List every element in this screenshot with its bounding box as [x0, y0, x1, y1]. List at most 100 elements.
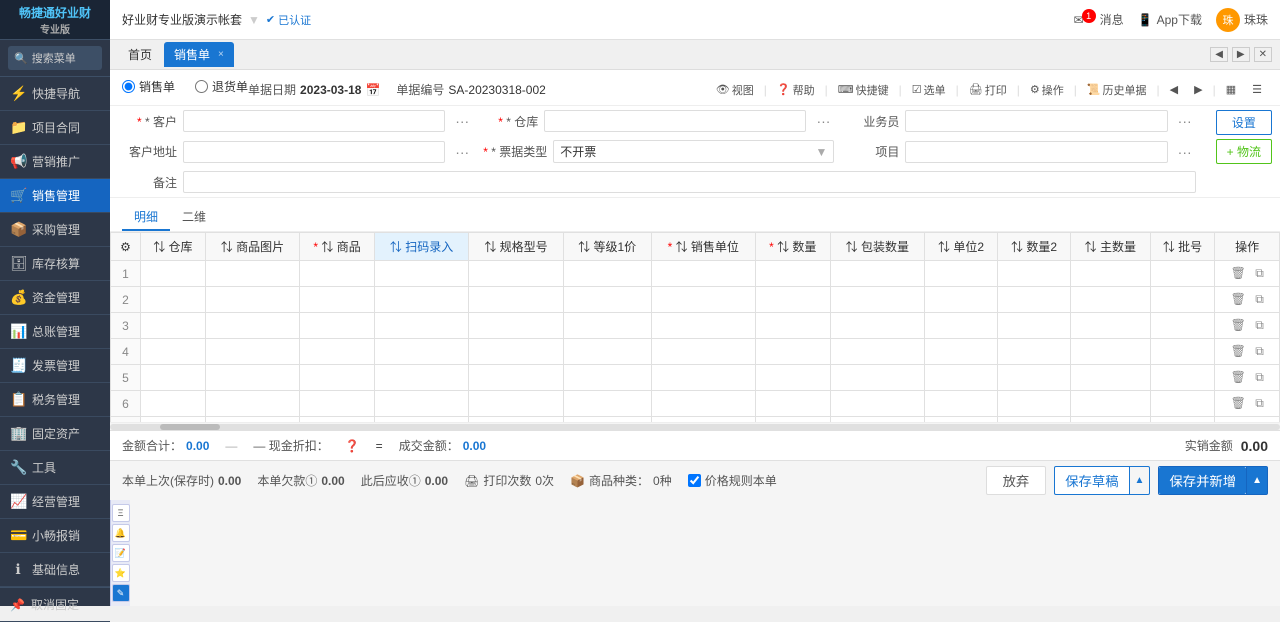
tab-detail[interactable]: 明细 [122, 204, 170, 231]
sidebar-item-purchase[interactable]: 📦 采购管理 [0, 213, 110, 247]
shortcut-btn[interactable]: ⌨ 快捷键 [832, 80, 895, 100]
cell-qty2[interactable] [998, 365, 1071, 391]
save-draft-dropdown[interactable]: ▲ [1129, 467, 1150, 494]
sidebar-item-project[interactable]: 📁 项目合同 [0, 111, 110, 145]
cell-product[interactable] [300, 261, 375, 287]
radio-sales-order[interactable]: 销售单 [122, 78, 175, 95]
cell-batch[interactable] [1150, 365, 1215, 391]
radio-return-order[interactable]: 退货单 [195, 78, 248, 95]
print-btn[interactable]: 🖨 打印 [963, 80, 1013, 100]
cell-product[interactable] [300, 313, 375, 339]
remark-input[interactable] [183, 171, 1196, 193]
warehouse-dots-btn[interactable]: ··· [812, 113, 834, 129]
row-delete-btn[interactable]: 🗑 [1228, 343, 1249, 359]
cell-spec[interactable] [469, 261, 563, 287]
sidebar-item-invoice[interactable]: 🧾 发票管理 [0, 349, 110, 383]
cell-batch[interactable] [1150, 391, 1215, 417]
cell-quantity[interactable] [755, 339, 830, 365]
right-panel-icon-2[interactable]: 🔔 [112, 524, 130, 542]
cell-product[interactable] [300, 287, 375, 313]
sidebar-item-assets[interactable]: 🏢 固定资产 [0, 417, 110, 451]
cell-spec[interactable] [469, 287, 563, 313]
cell-warehouse[interactable] [141, 287, 206, 313]
cell-pack-qty[interactable] [830, 365, 924, 391]
cell-sales-unit[interactable] [651, 391, 755, 417]
sidebar-item-tax[interactable]: 📋 税务管理 [0, 383, 110, 417]
cell-price1[interactable] [563, 365, 651, 391]
salesman-input[interactable]: 选择... [905, 110, 1167, 132]
cell-unit2[interactable] [925, 313, 998, 339]
cell-qty2[interactable] [998, 287, 1071, 313]
sidebar-item-marketing[interactable]: 📢 营销推广 [0, 145, 110, 179]
cell-unit2[interactable] [925, 391, 998, 417]
table-row[interactable]: 1 🗑 ⧉ [111, 261, 1280, 287]
cell-price1[interactable] [563, 339, 651, 365]
customer-dots-btn[interactable]: ··· [451, 113, 473, 129]
cell-quantity[interactable] [755, 313, 830, 339]
right-panel-icon-3[interactable]: 📝 [112, 544, 130, 562]
question-help[interactable]: ❓ [345, 439, 360, 453]
abandon-button[interactable]: 放弃 [986, 466, 1047, 495]
cell-price1[interactable] [563, 287, 651, 313]
prev-doc-btn[interactable]: ◀ [1164, 81, 1184, 98]
table-row[interactable]: 3 🗑 ⧉ [111, 313, 1280, 339]
cell-batch[interactable] [1150, 261, 1215, 287]
cell-unit2[interactable] [925, 339, 998, 365]
tab-next-button[interactable]: ▶ [1232, 47, 1250, 62]
tab-close-all-button[interactable]: ✕ [1254, 47, 1272, 62]
cell-barcode[interactable] [374, 365, 468, 391]
cell-barcode[interactable] [374, 261, 468, 287]
cell-sales-unit[interactable] [651, 287, 755, 313]
operate-btn[interactable]: ⚙ 操作 [1024, 80, 1070, 100]
calendar-icon[interactable]: 📅 [365, 83, 380, 97]
table-container[interactable]: ⚙ ⇅ 仓库 ⇅ 商品图片 * ⇅ 商品 ⇅ 扫码录入 [110, 232, 1280, 422]
cell-price1[interactable] [563, 261, 651, 287]
tab-home[interactable]: 首页 [118, 42, 162, 67]
user-profile[interactable]: 珠 珠珠 [1216, 8, 1268, 32]
cell-batch[interactable] [1150, 287, 1215, 313]
cell-sales-unit[interactable] [651, 365, 755, 391]
cell-warehouse[interactable] [141, 339, 206, 365]
address-input[interactable] [183, 141, 445, 163]
sidebar-item-capital[interactable]: 💰 资金管理 [0, 281, 110, 315]
cell-barcode[interactable] [374, 391, 468, 417]
tab-prev-button[interactable]: ◀ [1210, 47, 1228, 62]
sidebar-item-quick-nav[interactable]: ⚡ 快捷导航 [0, 77, 110, 111]
cell-product[interactable] [300, 339, 375, 365]
sidebar-item-basic[interactable]: ℹ 基础信息 [0, 553, 110, 587]
cell-spec[interactable] [469, 391, 563, 417]
row-copy-btn[interactable]: ⧉ [1252, 265, 1267, 282]
cell-product-img[interactable] [205, 339, 299, 365]
radio-return-input[interactable] [195, 80, 208, 93]
cell-product-img[interactable] [205, 261, 299, 287]
table-row[interactable]: 5 🗑 ⧉ [111, 365, 1280, 391]
customer-input[interactable] [183, 110, 445, 132]
cell-unit2[interactable] [925, 365, 998, 391]
cell-main-qty[interactable] [1071, 391, 1151, 417]
set-button[interactable]: 设置 [1216, 110, 1272, 135]
cell-spec[interactable] [469, 365, 563, 391]
table-row[interactable]: 4 🗑 ⧉ [111, 339, 1280, 365]
cell-quantity[interactable] [755, 391, 830, 417]
flow-button[interactable]: + 物流 [1216, 139, 1272, 164]
cell-barcode[interactable] [374, 339, 468, 365]
cell-main-qty[interactable] [1071, 261, 1151, 287]
cell-price1[interactable] [563, 391, 651, 417]
table-row[interactable]: 2 🗑 ⧉ [111, 287, 1280, 313]
cell-quantity[interactable] [755, 287, 830, 313]
row-copy-btn[interactable]: ⧉ [1252, 343, 1267, 360]
cell-qty2[interactable] [998, 261, 1071, 287]
cell-spec[interactable] [469, 313, 563, 339]
cell-quantity[interactable] [755, 261, 830, 287]
price-check-box[interactable] [688, 474, 701, 487]
help-btn[interactable]: ❓ 帮助 [771, 80, 821, 100]
app-download-button[interactable]: 📱 App下载 [1138, 11, 1202, 28]
cell-product-img[interactable] [205, 313, 299, 339]
right-panel-icon-active[interactable]: ✎ [112, 584, 130, 602]
save-new-button[interactable]: 保存并新增 [1159, 467, 1246, 494]
sidebar-item-accounting[interactable]: 📊 总账管理 [0, 315, 110, 349]
list-view-btn[interactable]: ☰ [1246, 81, 1268, 98]
cell-sales-unit[interactable] [651, 313, 755, 339]
history-btn[interactable]: 📜 历史单据 [1081, 80, 1153, 100]
cell-main-qty[interactable] [1071, 313, 1151, 339]
